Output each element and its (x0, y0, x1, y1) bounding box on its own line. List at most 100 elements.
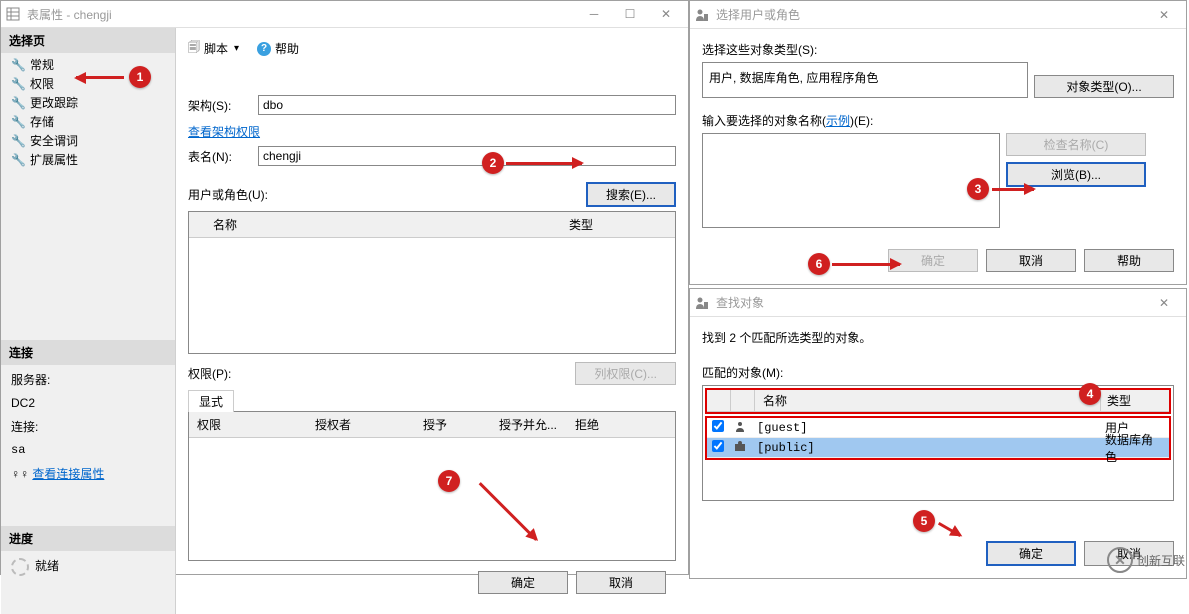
perm-col-with-grant: 授予并允... (491, 412, 567, 437)
wrench-icon: 🔧 (11, 58, 26, 72)
toolbar: 🗐脚本 ?帮助 (188, 38, 676, 65)
sidebar: 选择页 🔧常规 🔧权限 🔧更改跟踪 🔧存储 🔧安全谓词 🔧扩展属性 连接 服务器… (1, 28, 176, 614)
help-icon: ? (257, 42, 271, 56)
annotation-6: 6 (808, 253, 830, 275)
schema-label: 架构(S): (188, 97, 258, 114)
watermark: ✕ 创新互联 (1107, 547, 1185, 573)
titlebar-rt: 选择用户或角色 ✕ (690, 1, 1186, 29)
perm-col-grantor: 授权者 (307, 412, 415, 437)
table-icon (5, 6, 21, 22)
annotation-4: 4 (1079, 383, 1101, 405)
matching-objects-label: 匹配的对象(M): (702, 364, 1174, 381)
ready-status: 就绪 (1, 553, 175, 580)
user-role-icon (694, 7, 710, 23)
user-role-grid[interactable]: 名称 类型 (188, 211, 676, 354)
main-content: 🗐脚本 ?帮助 架构(S): 查看架构权限 表名(N): 用户或角色(U): (176, 28, 688, 614)
progress-spinner-icon (11, 558, 29, 576)
object-type-button[interactable]: 对象类型(O)... (1034, 75, 1174, 98)
schema-input[interactable] (258, 95, 676, 115)
object-types-box: 用户, 数据库角色, 应用程序角色 (702, 62, 1028, 98)
role-icon (729, 440, 751, 455)
wrench-icon: 🔧 (11, 134, 26, 148)
close-button[interactable]: ✕ (648, 1, 684, 27)
help-button-rt[interactable]: 帮助 (1084, 249, 1174, 272)
view-schema-perms-link[interactable]: 查看架构权限 (188, 123, 676, 140)
watermark-icon: ✕ (1107, 547, 1133, 573)
script-icon: 🗐 (188, 38, 200, 59)
find-icon (694, 295, 710, 311)
annotation-arrow-6 (832, 263, 900, 266)
object-names-input[interactable] (702, 133, 1000, 228)
sidebar-item-extended-props[interactable]: 🔧扩展属性 (1, 150, 175, 169)
annotation-arrow-3 (992, 188, 1034, 191)
annotation-arrow-1 (76, 76, 124, 79)
grid-col-type: 类型 (1101, 390, 1169, 411)
help-button[interactable]: ?帮助 (257, 40, 299, 57)
ok-button-left[interactable]: 确定 (478, 571, 568, 594)
connection-icon: ♀♀ (11, 467, 29, 481)
matching-objects-grid[interactable]: 名称 类型 [guest] 用户 [public] (702, 385, 1174, 501)
wrench-icon: 🔧 (11, 153, 26, 167)
dialog-title-rb: 查找对象 (716, 294, 1146, 311)
server-label: 服务器: (1, 367, 175, 392)
maximize-button[interactable]: ☐ (612, 1, 648, 27)
grid-col-type: 类型 (545, 212, 675, 237)
server-value: DC2 (1, 392, 175, 414)
progress-header: 进度 (1, 526, 175, 551)
table-name-label: 表名(N): (188, 148, 258, 165)
view-connection-link[interactable]: ♀♀ 查看连接属性 (1, 461, 175, 486)
grid-col-name: 名称 (755, 390, 1101, 411)
window-title: 表属性 - chengji (27, 6, 576, 23)
dialog-title-rt: 选择用户或角色 (716, 6, 1146, 23)
sidebar-item-storage[interactable]: 🔧存储 (1, 112, 175, 131)
table-name-input[interactable] (258, 146, 676, 166)
cancel-button-left[interactable]: 取消 (576, 571, 666, 594)
close-button-rb[interactable]: ✕ (1146, 290, 1182, 316)
sidebar-item-security-predicate[interactable]: 🔧安全谓词 (1, 131, 175, 150)
check-names-button: 检查名称(C) (1006, 133, 1146, 156)
permissions-label: 权限(P): (188, 365, 575, 382)
enter-names-label: 输入要选择的对象名称(示例)(E): (702, 112, 1174, 129)
wrench-icon: 🔧 (11, 115, 26, 129)
annotation-3: 3 (967, 178, 989, 200)
object-row-public[interactable]: [public] 数据库角色 (707, 438, 1169, 458)
annotation-2: 2 (482, 152, 504, 174)
minimize-button[interactable]: ─ (576, 1, 612, 27)
connection-value: sa (1, 439, 175, 461)
row-checkbox[interactable] (712, 420, 724, 432)
perm-col-deny: 拒绝 (567, 412, 637, 437)
annotation-arrow-2 (506, 162, 582, 165)
annotation-5: 5 (913, 510, 935, 532)
grid-col-name: 名称 (189, 212, 545, 237)
script-button[interactable]: 🗐脚本 (188, 38, 239, 59)
search-button[interactable]: 搜索(E)... (586, 182, 676, 207)
connection-label: 连接: (1, 414, 175, 439)
grid-col-icon (731, 390, 755, 411)
titlebar-rb: 查找对象 ✕ (690, 289, 1186, 317)
user-icon (729, 420, 751, 435)
titlebar-left: 表属性 - chengji ─ ☐ ✕ (1, 1, 688, 28)
wrench-icon: 🔧 (11, 77, 26, 91)
find-objects-dialog: 查找对象 ✕ 找到 2 个匹配所选类型的对象。 匹配的对象(M): 名称 类型 (689, 288, 1187, 579)
row-checkbox[interactable] (712, 440, 724, 452)
connection-header: 连接 (1, 340, 175, 365)
perm-col-permission: 权限 (189, 412, 307, 437)
annotation-7: 7 (438, 470, 460, 492)
permissions-grid[interactable]: 权限 授权者 授予 授予并允... 拒绝 (188, 411, 676, 561)
sidebar-item-change-tracking[interactable]: 🔧更改跟踪 (1, 93, 175, 112)
wrench-icon: 🔧 (11, 96, 26, 110)
annotation-1: 1 (129, 66, 151, 88)
select-page-header: 选择页 (1, 28, 175, 53)
table-properties-dialog: 表属性 - chengji ─ ☐ ✕ 选择页 🔧常规 🔧权限 🔧更改跟踪 🔧存… (0, 0, 689, 575)
grid-col-check (707, 390, 731, 411)
cancel-button-rt[interactable]: 取消 (986, 249, 1076, 272)
close-button-rt[interactable]: ✕ (1146, 2, 1182, 28)
column-permissions-button: 列权限(C)... (575, 362, 676, 385)
explicit-tab[interactable]: 显式 (188, 390, 234, 412)
example-link[interactable]: 示例 (826, 114, 850, 128)
select-user-role-dialog: 选择用户或角色 ✕ 选择这些对象类型(S): 用户, 数据库角色, 应用程序角色… (689, 0, 1187, 285)
object-types-label: 选择这些对象类型(S): (702, 41, 1028, 58)
ok-button-rb[interactable]: 确定 (986, 541, 1076, 566)
found-count-label: 找到 2 个匹配所选类型的对象。 (702, 329, 1174, 346)
user-role-label: 用户或角色(U): (188, 186, 586, 203)
